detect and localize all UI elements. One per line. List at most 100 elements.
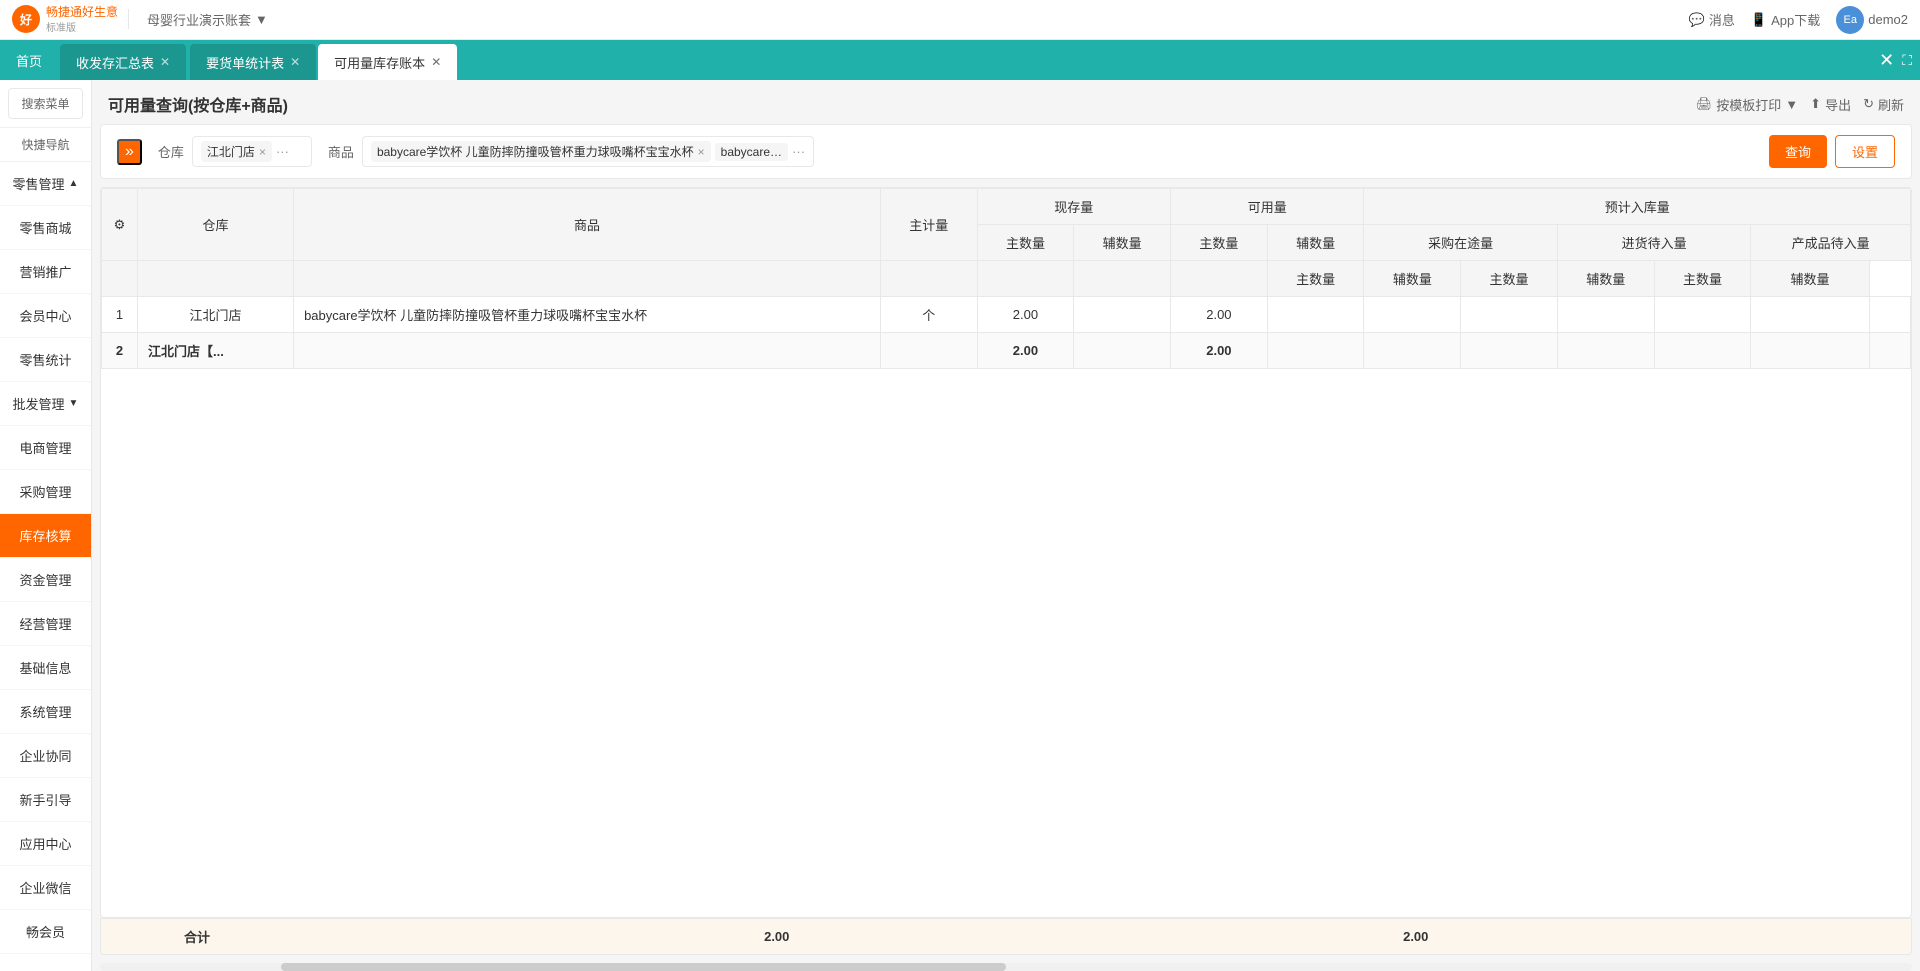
settings-button[interactable]: 设置 <box>1835 135 1895 168</box>
warehouse-tag-close[interactable]: × <box>259 145 266 159</box>
table-scrollbar[interactable] <box>100 963 1912 971</box>
th-expected-incoming: 预计入库量 <box>1364 189 1911 225</box>
sidebar-item-member-center[interactable]: 会员中心 <box>0 294 91 338</box>
td-product-2 <box>294 333 881 369</box>
sidebar-item-ecommerce-mgmt[interactable]: 电商管理 <box>0 426 91 470</box>
td-incoming-aux-2 <box>1654 333 1751 369</box>
tab-available-stock-close[interactable]: ✕ <box>431 55 441 69</box>
industry-label: 母婴行业演示账套 <box>147 10 251 29</box>
username-label: demo2 <box>1868 12 1908 27</box>
th-production-aux: 辅数量 <box>1751 261 1869 297</box>
sidebar-item-enterprise-wechat[interactable]: 企业微信 <box>0 866 91 910</box>
th-purchase-main: 主数量 <box>1267 261 1364 297</box>
th-empty-1 <box>102 261 138 297</box>
tab-receive-send-close[interactable]: ✕ <box>160 55 170 69</box>
logo-text: 畅捷通好生意 <box>46 5 118 19</box>
logo-icon: 好 <box>12 5 40 33</box>
tab-close-all-icon[interactable]: ✕ <box>1879 50 1894 71</box>
quick-nav-button[interactable]: 快捷导航 <box>0 128 91 162</box>
warehouse-ellipsis[interactable]: ··· <box>276 144 289 159</box>
warehouse-filter-input[interactable]: 江北门店 × ··· <box>192 136 312 167</box>
th-empty-3 <box>294 261 881 297</box>
warehouse-tag: 江北门店 × <box>201 141 272 162</box>
product-tag-1-close[interactable]: × <box>698 145 705 159</box>
chevron-down-icon: ▼ <box>255 12 268 27</box>
user-action[interactable]: Ea demo2 <box>1836 6 1908 34</box>
td-row-num-2: 2 <box>102 333 138 369</box>
message-action[interactable]: 💬 消息 <box>1689 10 1735 29</box>
sidebar-item-member[interactable]: 畅会员 <box>0 910 91 954</box>
refresh-button[interactable]: ↻ 刷新 <box>1863 95 1904 114</box>
sidebar-item-new-guide[interactable]: 新手引导 <box>0 778 91 822</box>
filter-toggle-button[interactable]: » <box>117 139 142 165</box>
td-production-aux-1 <box>1869 297 1910 333</box>
sidebar-item-member-label: 畅会员 <box>26 922 65 941</box>
sidebar-item-retail-stats[interactable]: 零售统计 <box>0 338 91 382</box>
industry-selector[interactable]: 母婴行业演示账套 ▼ <box>139 6 276 33</box>
td-available-aux-2 <box>1267 333 1364 369</box>
th-empty-6 <box>1074 261 1171 297</box>
table-settings-icon-th[interactable]: ⚙ <box>102 189 138 261</box>
top-bar: 好 畅捷通好生意 标准版 母婴行业演示账套 ▼ 💬 消息 📱 App下载 Ea … <box>0 0 1920 40</box>
th-available-aux: 辅数量 <box>1267 225 1364 261</box>
th-incoming-pending-label: 进货待入量 <box>1557 225 1750 261</box>
sidebar-item-ecommerce-mgmt-label: 电商管理 <box>19 438 71 457</box>
sidebar-item-retail-mall[interactable]: 零售商城 <box>0 206 91 250</box>
tab-fullscreen-icon[interactable]: ⛶ <box>1902 52 1912 69</box>
th-incoming-aux: 辅数量 <box>1557 261 1654 297</box>
th-empty-4 <box>880 261 977 297</box>
app-download-action[interactable]: 📱 App下载 <box>1751 10 1820 29</box>
sidebar-item-inventory-check[interactable]: 库存核算 <box>0 514 91 558</box>
td-production-aux-2 <box>1869 333 1910 369</box>
td-purchase-main-2 <box>1364 333 1461 369</box>
product-ellipsis[interactable]: ··· <box>792 144 805 159</box>
tab-home[interactable]: 首页 <box>0 40 58 80</box>
product-filter-input[interactable]: babycare学饮杯 儿童防摔防撞吸管杯重力球吸嘴杯宝宝水杯 × babyca… <box>362 136 814 167</box>
query-button[interactable]: 查询 <box>1769 135 1827 168</box>
table-container: ⚙ 仓库 商品 主计量 现存量 可用量 预计入库量 主数量 辅数量 主数量 辅数… <box>100 187 1912 918</box>
td-current-aux-2 <box>1074 333 1171 369</box>
tab-order-stats[interactable]: 要货单统计表 ✕ <box>190 44 316 80</box>
refresh-label: 刷新 <box>1878 95 1904 114</box>
top-divider <box>128 9 129 29</box>
template-print-button[interactable]: 🖨 按模板打印 ▼ <box>1696 95 1798 114</box>
tab-order-stats-label: 要货单统计表 <box>206 53 284 72</box>
footer-current-main: 2.00 <box>737 929 817 944</box>
tab-available-stock[interactable]: 可用量库存账本 ✕ <box>318 44 457 80</box>
message-icon: 💬 <box>1689 12 1705 28</box>
logo-text-area: 畅捷通好生意 标准版 <box>46 5 118 34</box>
sidebar-item-marketing-label: 营销推广 <box>19 262 71 281</box>
th-current-stock: 现存量 <box>977 189 1170 225</box>
th-available-qty: 可用量 <box>1171 189 1364 225</box>
td-incoming-main-1 <box>1557 297 1654 333</box>
sidebar-item-retail-stats-label: 零售统计 <box>19 350 71 369</box>
user-avatar: Ea <box>1836 6 1864 34</box>
sidebar-item-finance-mgmt[interactable]: 资金管理 <box>0 558 91 602</box>
th-incoming-main: 主数量 <box>1461 261 1558 297</box>
mobile-icon: 📱 <box>1751 12 1767 28</box>
tab-receive-send[interactable]: 收发存汇总表 ✕ <box>60 44 186 80</box>
search-menu-button[interactable]: 搜索菜单 <box>8 88 83 119</box>
sidebar-item-purchase-mgmt-label: 采购管理 <box>19 482 71 501</box>
export-button[interactable]: ⬆ 导出 <box>1810 95 1851 114</box>
sidebar-item-purchase-mgmt[interactable]: 采购管理 <box>0 470 91 514</box>
product-tag-1: babycare学饮杯 儿童防摔防撞吸管杯重力球吸嘴杯宝宝水杯 × <box>371 141 711 162</box>
tab-order-stats-close[interactable]: ✕ <box>290 55 300 69</box>
td-production-main-2 <box>1751 333 1869 369</box>
sidebar-item-operations-mgmt[interactable]: 经营管理 <box>0 602 91 646</box>
th-current-main: 主数量 <box>977 225 1074 261</box>
table-scrollbar-thumb[interactable] <box>281 963 1006 971</box>
logo-area: 好 畅捷通好生意 标准版 <box>12 5 118 34</box>
td-incoming-aux-1 <box>1654 297 1751 333</box>
product-filter-group: 商品 babycare学饮杯 儿童防摔防撞吸管杯重力球吸嘴杯宝宝水杯 × bab… <box>328 136 814 167</box>
sidebar-item-system-mgmt[interactable]: 系统管理 <box>0 690 91 734</box>
sidebar-item-enterprise-collab[interactable]: 企业协同 <box>0 734 91 778</box>
sidebar-item-marketing[interactable]: 营销推广 <box>0 250 91 294</box>
sidebar-item-member-center-label: 会员中心 <box>19 306 71 325</box>
sidebar-item-app-center[interactable]: 应用中心 <box>0 822 91 866</box>
template-print-label: 按模板打印 <box>1716 95 1781 114</box>
sidebar-item-wholesale-mgmt[interactable]: 批发管理 ▼ <box>0 382 91 426</box>
sidebar-item-basic-info[interactable]: 基础信息 <box>0 646 91 690</box>
sidebar-item-retail-mgmt[interactable]: 零售管理 ▲ <box>0 162 91 206</box>
sidebar-item-finance-mgmt-label: 资金管理 <box>19 570 71 589</box>
